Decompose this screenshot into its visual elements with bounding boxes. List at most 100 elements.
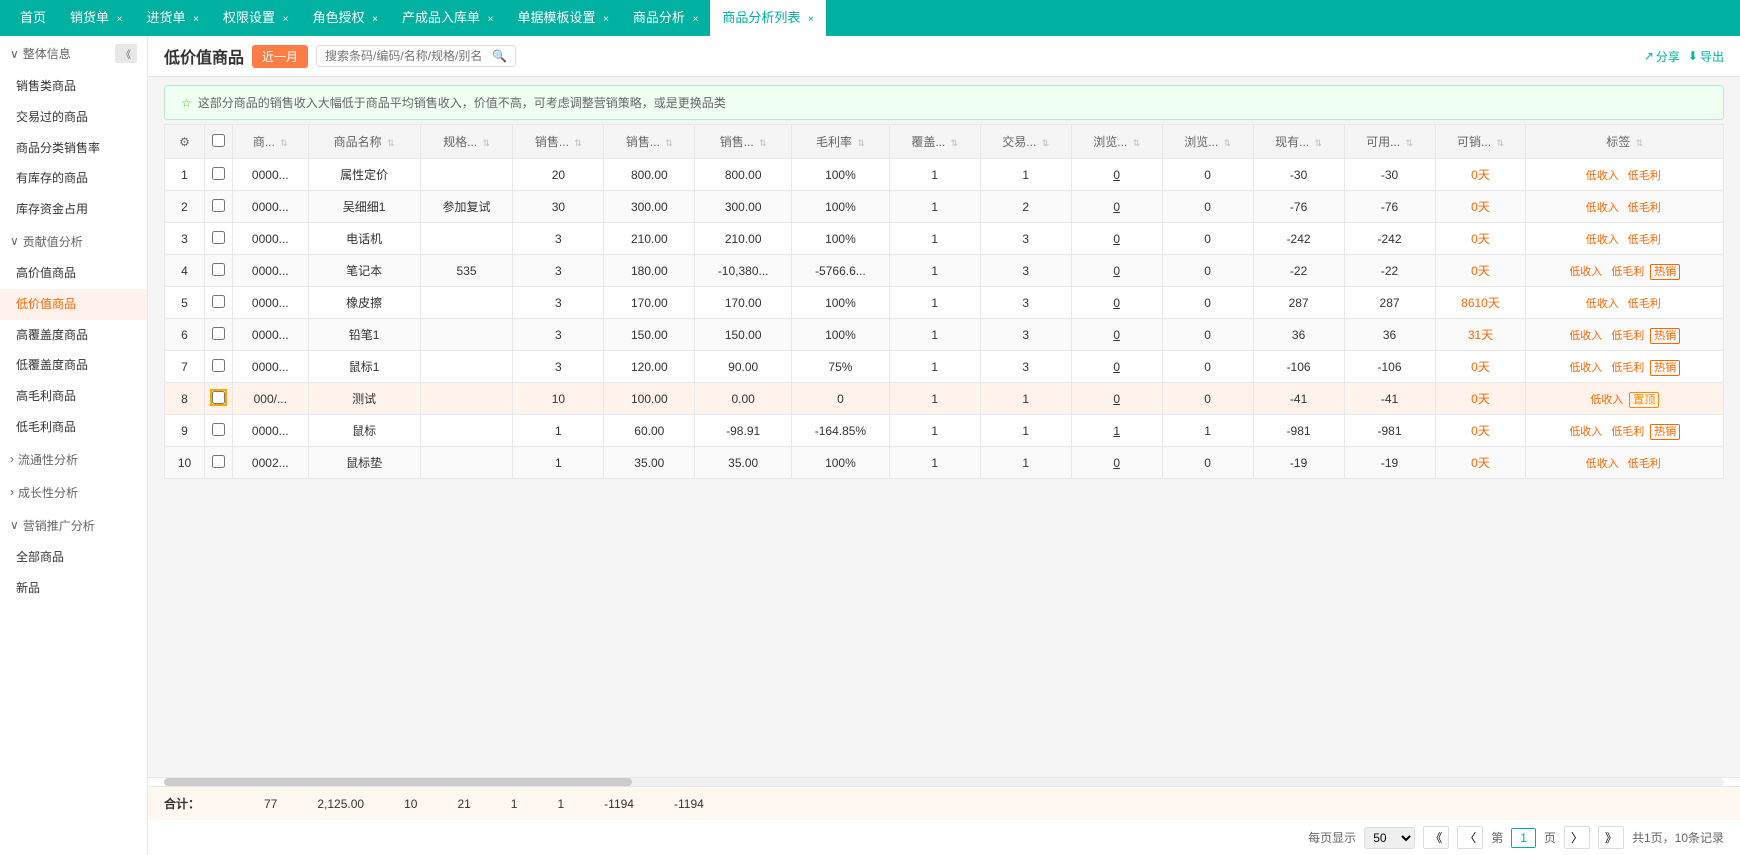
th-stock[interactable]: 现有... ⇅ (1253, 125, 1344, 159)
nav-permission[interactable]: 权限设置 × (211, 0, 300, 36)
nav-template[interactable]: 单据模板设置 × (505, 0, 620, 36)
sidebar-group-marketing[interactable]: ∨ 营销推广分析 (0, 509, 147, 542)
nav-goods-analysis[interactable]: 商品分析 × (621, 0, 710, 36)
th-sale-amt[interactable]: 销售... ⇅ (604, 125, 695, 159)
search-icon[interactable]: 🔍 (492, 49, 507, 63)
sidebar-item-high-coverage[interactable]: 高覆盖度商品 (0, 320, 147, 351)
cell-salable: 0天 (1435, 223, 1526, 255)
row-checkbox[interactable] (212, 327, 225, 340)
sidebar-item-traded-goods[interactable]: 交易过的商品 (0, 102, 147, 133)
th-code[interactable]: 商... ⇅ (233, 125, 308, 159)
th-margin[interactable]: 毛利率 ⇅ (792, 125, 890, 159)
nav-goods-analysis-list[interactable]: 商品分析列表 × (710, 0, 825, 36)
cell-checkbox[interactable] (205, 351, 233, 383)
cell-view1[interactable]: 0 (1071, 351, 1162, 383)
cell-checkbox[interactable] (205, 287, 233, 319)
sidebar-item-all-goods[interactable]: 全部商品 (0, 542, 147, 573)
nav-goods-analysis-close[interactable]: × (693, 14, 699, 25)
row-checkbox[interactable] (212, 455, 225, 468)
cell-checkbox[interactable] (205, 383, 233, 415)
th-sale-qty[interactable]: 销售... ⇅ (513, 125, 604, 159)
nav-product-in[interactable]: 产成品入库单 × (390, 0, 505, 36)
cell-checkbox[interactable] (205, 255, 233, 287)
cell-view1[interactable]: 0 (1071, 255, 1162, 287)
cell-checkbox[interactable] (205, 415, 233, 447)
row-checkbox[interactable] (212, 295, 225, 308)
sidebar-group-contribution[interactable]: ∨ 贡献值分析 (0, 225, 147, 258)
current-page[interactable]: 1 (1511, 828, 1536, 848)
cell-checkbox[interactable] (205, 223, 233, 255)
sidebar-item-stock-fund[interactable]: 库存资金占用 (0, 194, 147, 225)
export-button[interactable]: ⬇ 导出 (1688, 48, 1724, 65)
cell-view1[interactable]: 0 (1071, 319, 1162, 351)
prev-page-btn[interactable]: 〈 (1457, 826, 1483, 849)
th-checkbox[interactable] (205, 125, 233, 159)
cell-view1[interactable]: 1 (1071, 415, 1162, 447)
cell-checkbox[interactable] (205, 319, 233, 351)
row-checkbox[interactable] (212, 359, 225, 372)
row-checkbox[interactable] (212, 423, 225, 436)
next-page-btn[interactable]: 〉 (1564, 826, 1590, 849)
cell-checkbox[interactable] (205, 191, 233, 223)
th-settings[interactable]: ⚙ (165, 125, 205, 159)
sidebar-item-stock-goods[interactable]: 有库存的商品 (0, 163, 147, 194)
row-checkbox[interactable] (212, 231, 225, 244)
horizontal-scrollbar[interactable] (164, 778, 1724, 786)
cell-view1[interactable]: 0 (1071, 447, 1162, 479)
cell-checkbox[interactable] (205, 447, 233, 479)
th-tags[interactable]: 标签 ⇅ (1526, 125, 1724, 159)
sidebar-item-new-goods[interactable]: 新品 (0, 573, 147, 604)
nav-role-close[interactable]: × (372, 14, 378, 25)
nav-home[interactable]: 首页 (8, 0, 58, 36)
cell-view1[interactable]: 0 (1071, 159, 1162, 191)
sidebar-collapse-btn[interactable]: 《 (115, 44, 137, 63)
search-input[interactable] (325, 49, 488, 63)
cell-spec (420, 351, 513, 383)
th-view1[interactable]: 浏览... ⇅ (1071, 125, 1162, 159)
cell-checkbox[interactable] (205, 159, 233, 191)
nav-goods-analysis-list-close[interactable]: × (808, 14, 814, 25)
th-view2[interactable]: 浏览... ⇅ (1162, 125, 1253, 159)
per-page-select[interactable]: 50 100 (1364, 827, 1415, 849)
th-salable[interactable]: 可销... ⇅ (1435, 125, 1526, 159)
sidebar-group-growth[interactable]: › 成长性分析 (0, 476, 147, 509)
sidebar-item-high-margin[interactable]: 高毛利商品 (0, 381, 147, 412)
nav-permission-close[interactable]: × (283, 14, 289, 25)
sidebar-group-overall[interactable]: ∨ 整体信息 《 (0, 36, 147, 71)
sidebar-item-low-value[interactable]: 低价值商品 (0, 289, 147, 320)
th-name[interactable]: 商品名称 ⇅ (308, 125, 420, 159)
sidebar-item-low-coverage[interactable]: 低覆盖度商品 (0, 350, 147, 381)
th-sale-gross[interactable]: 销售... ⇅ (695, 125, 792, 159)
cell-view1[interactable]: 0 (1071, 191, 1162, 223)
nav-template-close[interactable]: × (603, 14, 609, 25)
th-spec[interactable]: 规格... ⇅ (420, 125, 513, 159)
row-checkbox[interactable] (212, 167, 225, 180)
nav-purchase-close[interactable]: × (193, 14, 199, 25)
sidebar-item-sales-goods[interactable]: 销售类商品 (0, 71, 147, 102)
last-page-btn[interactable]: 》 (1598, 826, 1624, 849)
row-checkbox[interactable] (212, 199, 225, 212)
sidebar-group-flow[interactable]: › 流通性分析 (0, 443, 147, 476)
sidebar-item-low-margin[interactable]: 低毛利商品 (0, 412, 147, 443)
select-all-checkbox[interactable] (212, 134, 225, 147)
cell-view1[interactable]: 0 (1071, 223, 1162, 255)
th-coverage[interactable]: 覆盖... ⇅ (889, 125, 980, 159)
share-button[interactable]: ↗ 分享 (1644, 48, 1680, 65)
cell-view1[interactable]: 0 (1071, 383, 1162, 415)
cell-view1[interactable]: 0 (1071, 287, 1162, 319)
first-page-btn[interactable]: 《 (1423, 826, 1449, 849)
nav-purchase[interactable]: 进货单 × (135, 0, 211, 36)
row-checkbox[interactable] (212, 391, 225, 404)
th-avail[interactable]: 可用... ⇅ (1344, 125, 1435, 159)
row-checkbox[interactable] (212, 263, 225, 276)
sidebar-item-high-value[interactable]: 高价值商品 (0, 258, 147, 289)
nav-role[interactable]: 角色授权 × (300, 0, 389, 36)
filter-period-btn[interactable]: 近一月 (252, 45, 308, 68)
nav-product-in-close[interactable]: × (488, 14, 494, 25)
cell-sale2: 90.00 (695, 351, 792, 383)
nav-sale-close[interactable]: × (117, 14, 123, 25)
th-trade[interactable]: 交易... ⇅ (980, 125, 1071, 159)
sidebar-item-category-sales-rate[interactable]: 商品分类销售率 (0, 133, 147, 164)
nav-sale[interactable]: 销货单 × (58, 0, 134, 36)
scroll-thumb[interactable] (164, 778, 632, 786)
